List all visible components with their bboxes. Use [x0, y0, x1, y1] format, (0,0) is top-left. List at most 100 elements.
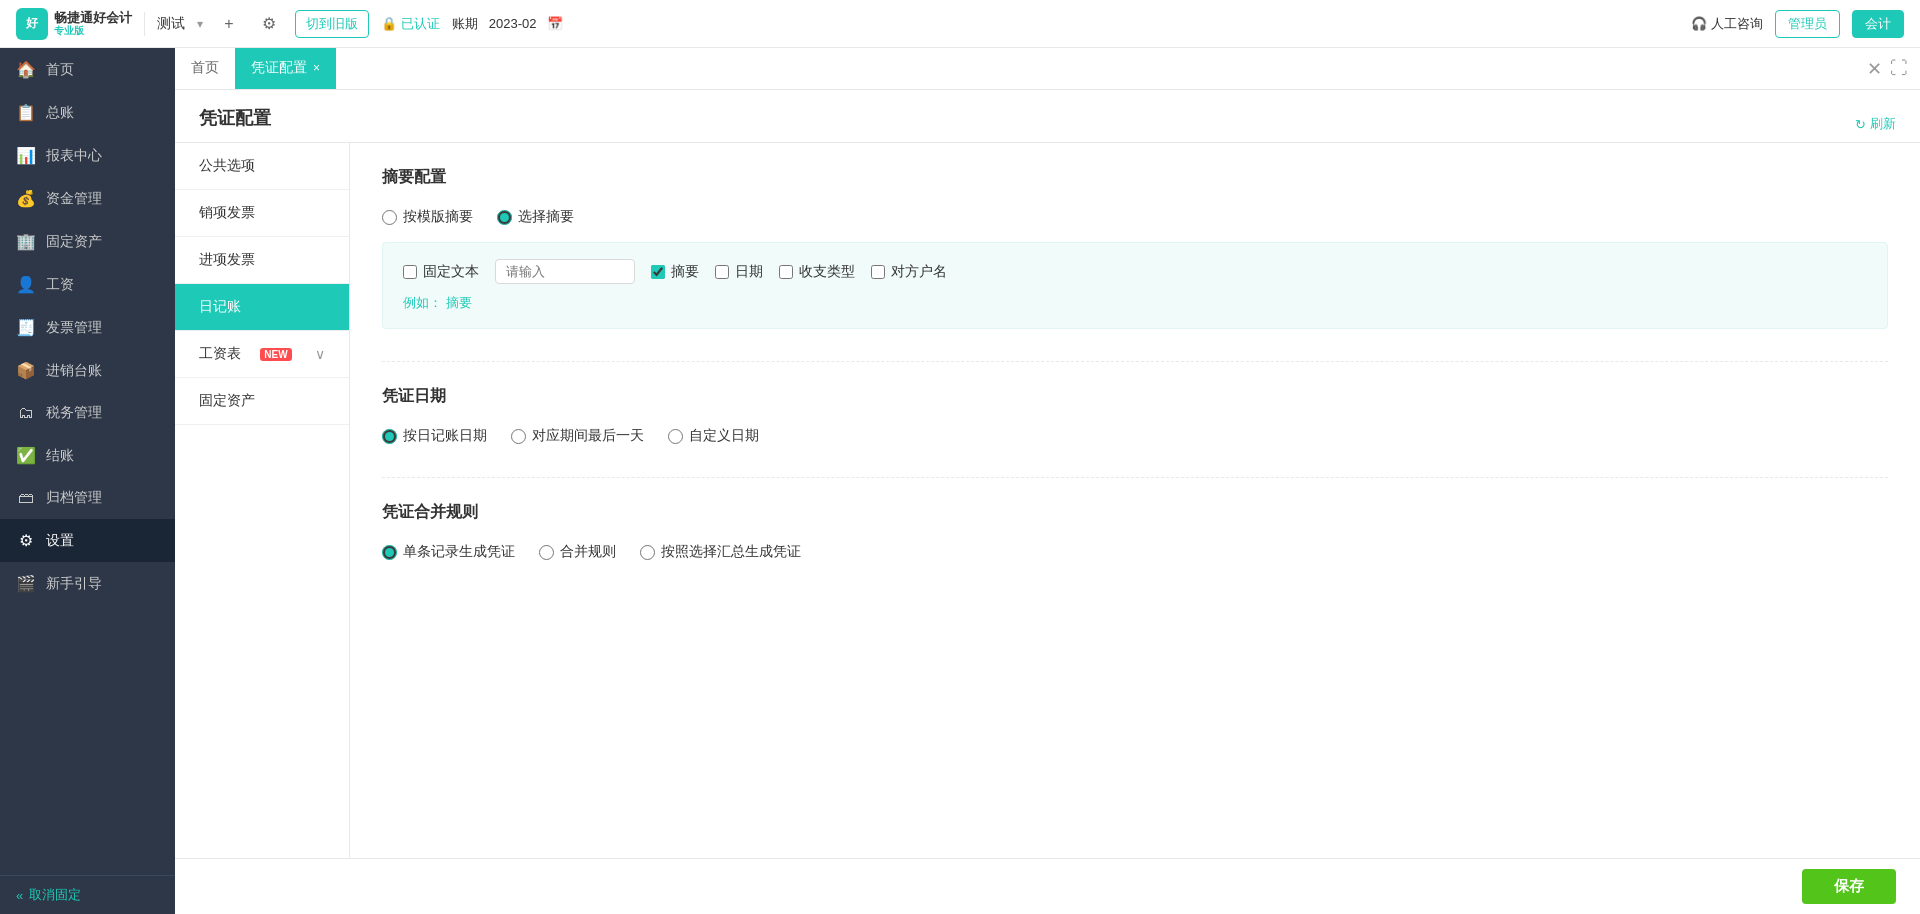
checkbox-summary[interactable]: 摘要 — [651, 263, 699, 281]
radio-select-input[interactable] — [497, 210, 512, 225]
settings-icon: ⚙ — [16, 531, 36, 550]
radio-custom-date-input[interactable] — [668, 429, 683, 444]
sidebar-label-guide: 新手引导 — [46, 575, 102, 593]
sidebar-label-assets: 固定资产 — [46, 233, 102, 251]
consult-button[interactable]: 🎧 人工咨询 — [1691, 15, 1763, 33]
switch-version-button[interactable]: 切到旧版 — [295, 10, 369, 38]
sidebar-label-closing: 结账 — [46, 447, 74, 465]
admin-button[interactable]: 管理员 — [1775, 10, 1840, 38]
closing-icon: ✅ — [16, 446, 36, 465]
sidebar-item-report[interactable]: 📊 报表中心 — [0, 134, 175, 177]
sidebar-item-fund[interactable]: 💰 资金管理 — [0, 177, 175, 220]
radio-select-summary-label: 按照选择汇总生成凭证 — [661, 543, 801, 561]
summary-section-title: 摘要配置 — [382, 167, 1888, 188]
summary-label: 摘要 — [671, 263, 699, 281]
tab-close-icon[interactable]: × — [313, 61, 320, 75]
save-button[interactable]: 保存 — [1802, 869, 1896, 904]
divider-1 — [382, 361, 1888, 362]
radio-period-last-label: 对应期间最后一天 — [532, 427, 644, 445]
consult-label: 人工咨询 — [1711, 15, 1763, 33]
sidebar-item-purchase[interactable]: 📦 进销台账 — [0, 349, 175, 392]
checkbox-income-type[interactable]: 收支类型 — [779, 263, 855, 281]
tab-expand-button[interactable]: ⛶ — [1890, 58, 1908, 79]
tab-home[interactable]: 首页 — [175, 48, 235, 89]
counterparty-checkbox[interactable] — [871, 265, 885, 279]
cancel-fixed-button[interactable]: « 取消固定 — [0, 875, 175, 914]
radio-select-summary-merge[interactable]: 按照选择汇总生成凭证 — [640, 543, 801, 561]
config-nav-payroll[interactable]: 工资表 NEW ∨ — [175, 331, 349, 378]
radio-single-record[interactable]: 单条记录生成凭证 — [382, 543, 515, 561]
summary-checkbox[interactable] — [651, 265, 665, 279]
config-nav-sales[interactable]: 销项发票 — [175, 190, 349, 237]
accountant-button[interactable]: 会计 — [1852, 10, 1904, 38]
verified-icon: 🔒 — [381, 16, 397, 31]
radio-diary-date-input[interactable] — [382, 429, 397, 444]
counterparty-label: 对方户名 — [891, 263, 947, 281]
radio-select-summary[interactable]: 选择摘要 — [497, 208, 574, 226]
logo-icon: 好 — [16, 8, 48, 40]
radio-custom-date[interactable]: 自定义日期 — [668, 427, 759, 445]
company-logo: 好 畅捷通好会计 专业版 — [16, 8, 132, 40]
config-nav-public[interactable]: 公共选项 — [175, 143, 349, 190]
radio-merge-rule-label: 合并规则 — [560, 543, 616, 561]
radio-select-summary-input[interactable] — [640, 545, 655, 560]
fixed-text-checkbox[interactable] — [403, 265, 417, 279]
fixed-text-input[interactable] — [495, 259, 635, 284]
radio-template-input[interactable] — [382, 210, 397, 225]
radio-merge-rule[interactable]: 合并规则 — [539, 543, 616, 561]
calendar-icon[interactable]: 📅 — [547, 16, 563, 31]
radio-diary-date-label: 按日记账日期 — [403, 427, 487, 445]
income-type-checkbox[interactable] — [779, 265, 793, 279]
payroll-chevron-icon: ∨ — [315, 346, 325, 362]
sidebar-label-invoice: 发票管理 — [46, 319, 102, 337]
sidebar-item-assets[interactable]: 🏢 固定资产 — [0, 220, 175, 263]
sidebar-item-home[interactable]: 🏠 首页 — [0, 48, 175, 91]
settings-button[interactable]: ⚙ — [255, 10, 283, 38]
topbar-divider — [144, 12, 145, 36]
radio-diary-date[interactable]: 按日记账日期 — [382, 427, 487, 445]
config-nav-fixed-assets[interactable]: 固定资产 — [175, 378, 349, 425]
sidebar-item-archive[interactable]: 🗃 归档管理 — [0, 477, 175, 519]
sidebar-item-closing[interactable]: ✅ 结账 — [0, 434, 175, 477]
refresh-button[interactable]: ↻ 刷新 — [1855, 115, 1896, 133]
sidebar-item-ledger[interactable]: 📋 总账 — [0, 91, 175, 134]
config-nav-diary[interactable]: 日记账 — [175, 284, 349, 331]
checkbox-counterparty[interactable]: 对方户名 — [871, 263, 947, 281]
verified-status: 🔒 已认证 — [381, 15, 440, 33]
project-dropdown-icon[interactable]: ▾ — [197, 17, 203, 31]
add-button[interactable]: + — [215, 10, 243, 38]
sidebar-label-tax: 税务管理 — [46, 404, 102, 422]
tab-home-label: 首页 — [191, 59, 219, 77]
tab-bar: 首页 凭证配置 × ✕ ⛶ — [175, 48, 1920, 90]
date-checkbox[interactable] — [715, 265, 729, 279]
radio-single-record-input[interactable] — [382, 545, 397, 560]
content-area: 首页 凭证配置 × ✕ ⛶ 凭证配置 ↻ 刷新 — [175, 48, 1920, 914]
sidebar-item-invoice[interactable]: 🧾 发票管理 — [0, 306, 175, 349]
sidebar-item-settings[interactable]: ⚙ 设置 — [0, 519, 175, 562]
radio-template-summary[interactable]: 按模版摘要 — [382, 208, 473, 226]
tab-actions: ✕ ⛶ — [1855, 48, 1920, 89]
refresh-icon: ↻ — [1855, 117, 1866, 132]
checkbox-fixed-text[interactable]: 固定文本 — [403, 263, 479, 281]
radio-period-last-input[interactable] — [511, 429, 526, 444]
tab-voucher-config[interactable]: 凭证配置 × — [235, 48, 336, 89]
summary-config-box: 固定文本 摘要 日期 — [382, 242, 1888, 329]
radio-template-label: 按模版摘要 — [403, 208, 473, 226]
sidebar-item-salary[interactable]: 👤 工资 — [0, 263, 175, 306]
sidebar-item-guide[interactable]: 🎬 新手引导 — [0, 562, 175, 605]
sidebar-label-home: 首页 — [46, 61, 74, 79]
period-value: 2023-02 — [489, 16, 537, 31]
consult-icon: 🎧 — [1691, 16, 1707, 31]
radio-merge-rule-input[interactable] — [539, 545, 554, 560]
example-prefix: 例如： — [403, 295, 442, 310]
checkbox-date[interactable]: 日期 — [715, 263, 763, 281]
sidebar-item-tax[interactable]: 🗂 税务管理 — [0, 392, 175, 434]
radio-period-last[interactable]: 对应期间最后一天 — [511, 427, 644, 445]
archive-icon: 🗃 — [16, 489, 36, 507]
config-nav-purchase-inv[interactable]: 进项发票 — [175, 237, 349, 284]
divider-2 — [382, 477, 1888, 478]
cancel-fixed-icon: « — [16, 888, 23, 903]
tab-close-button[interactable]: ✕ — [1867, 58, 1882, 80]
config-panel: 摘要配置 按模版摘要 选择摘要 — [350, 143, 1920, 858]
period-label: 账期 — [452, 16, 478, 31]
